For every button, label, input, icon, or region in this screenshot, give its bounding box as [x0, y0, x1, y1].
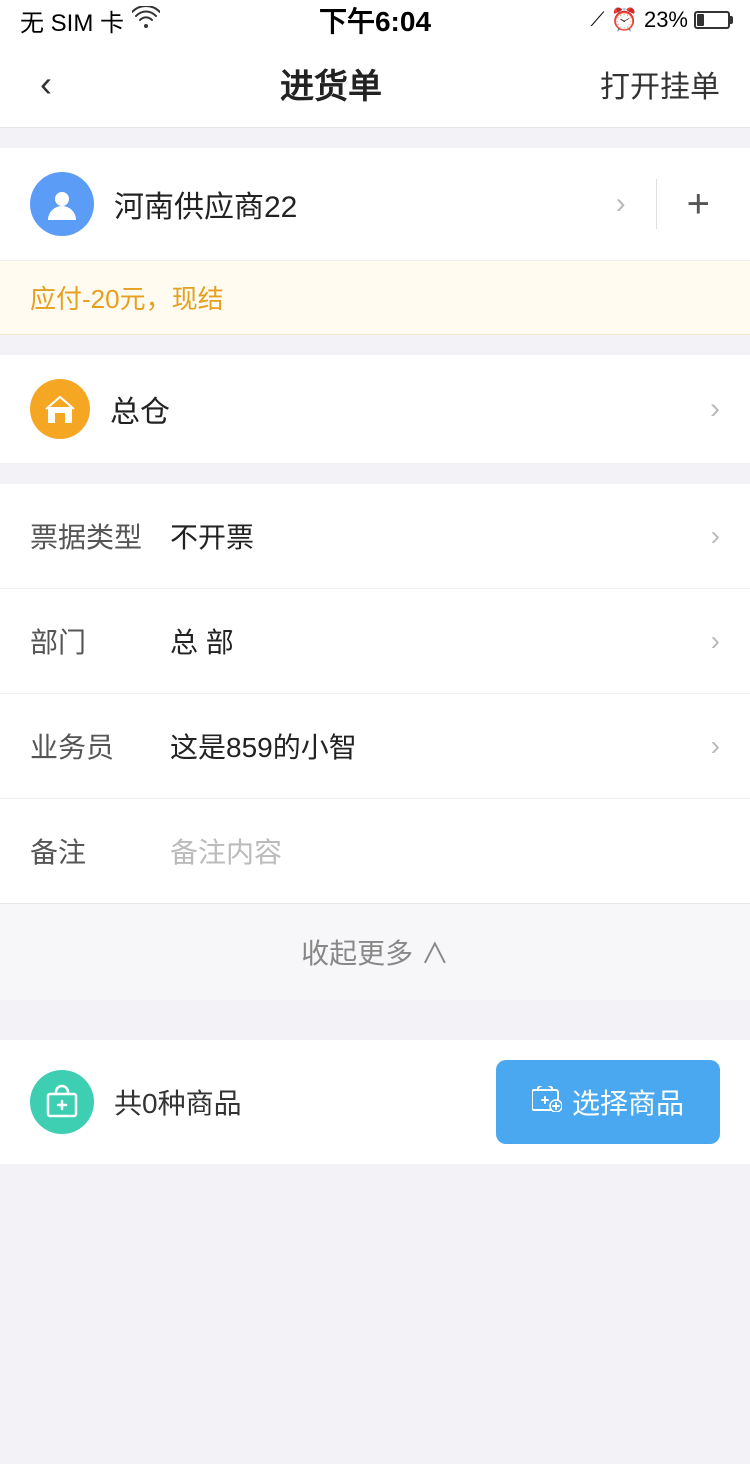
product-icon — [30, 1070, 94, 1134]
salesperson-label: 业务员 — [30, 726, 160, 766]
invoice-type-chevron-icon: › — [711, 520, 720, 552]
form-section: 票据类型 不开票 › 部门 总 部 › 业务员 这是859的小智 › 备注 备注… — [0, 484, 750, 903]
invoice-type-value: 不开票 — [170, 516, 701, 556]
gap-4 — [0, 1000, 750, 1020]
warehouse-row[interactable]: 总仓 › — [0, 355, 750, 464]
status-bar: 无 SIM 卡 下午6:04 ⟋ ⏰ 23% — [0, 0, 750, 40]
warehouse-icon — [30, 379, 90, 439]
info-banner: 应付-20元，现结 — [0, 261, 750, 335]
warehouse-chevron-icon: › — [710, 392, 720, 426]
warehouse-name: 总仓 — [110, 387, 710, 431]
select-product-label: 选择商品 — [572, 1082, 684, 1122]
salesperson-value: 这是859的小智 — [170, 726, 701, 766]
select-product-icon — [532, 1086, 562, 1119]
page-title: 进货单 — [280, 59, 382, 108]
select-product-button[interactable]: 选择商品 — [496, 1060, 720, 1144]
gap-2 — [0, 335, 750, 355]
product-bar: 共0种商品 选择商品 — [0, 1040, 750, 1164]
remark-row[interactable]: 备注 备注内容 — [0, 799, 750, 903]
status-left: 无 SIM 卡 — [20, 3, 160, 38]
supplier-chevron-icon: › — [616, 187, 626, 221]
department-chevron-icon: › — [711, 625, 720, 657]
department-row[interactable]: 部门 总 部 › — [0, 589, 750, 694]
battery-pct: 23% — [644, 7, 688, 33]
back-button[interactable]: ‹ — [30, 53, 62, 115]
collapse-bar[interactable]: 收起更多 ∧ — [0, 903, 750, 1000]
invoice-type-label: 票据类型 — [30, 516, 160, 556]
invoice-type-row[interactable]: 票据类型 不开票 › — [0, 484, 750, 589]
salesperson-row[interactable]: 业务员 这是859的小智 › — [0, 694, 750, 799]
carrier-label: 无 SIM 卡 — [20, 3, 124, 38]
supplier-section: 河南供应商22 › + 应付-20元，现结 — [0, 148, 750, 335]
battery-icon — [694, 11, 730, 29]
open-pending-button[interactable]: 打开挂单 — [600, 62, 720, 106]
salesperson-chevron-icon: › — [711, 730, 720, 762]
alarm-icon: ⏰ — [611, 7, 638, 33]
remark-label: 备注 — [30, 831, 160, 871]
warehouse-section: 总仓 › — [0, 355, 750, 464]
wifi-icon — [132, 6, 160, 35]
add-supplier-button[interactable]: + — [677, 182, 720, 227]
status-right: ⟋ ⏰ 23% — [591, 7, 730, 33]
supplier-row[interactable]: 河南供应商22 › + — [0, 148, 750, 261]
department-label: 部门 — [30, 621, 160, 661]
divider — [656, 179, 657, 229]
nav-bar: ‹ 进货单 打开挂单 — [0, 40, 750, 128]
remark-input[interactable]: 备注内容 — [170, 831, 720, 871]
product-count-label: 共0种商品 — [114, 1082, 496, 1122]
gap-3 — [0, 464, 750, 484]
supplier-avatar — [30, 172, 94, 236]
page-background — [0, 1164, 750, 1464]
location-icon: ⟋ — [591, 9, 605, 32]
gap-1 — [0, 128, 750, 148]
department-value: 总 部 — [170, 621, 701, 661]
supplier-name: 河南供应商22 — [114, 182, 616, 226]
status-time: 下午6:04 — [319, 0, 431, 40]
